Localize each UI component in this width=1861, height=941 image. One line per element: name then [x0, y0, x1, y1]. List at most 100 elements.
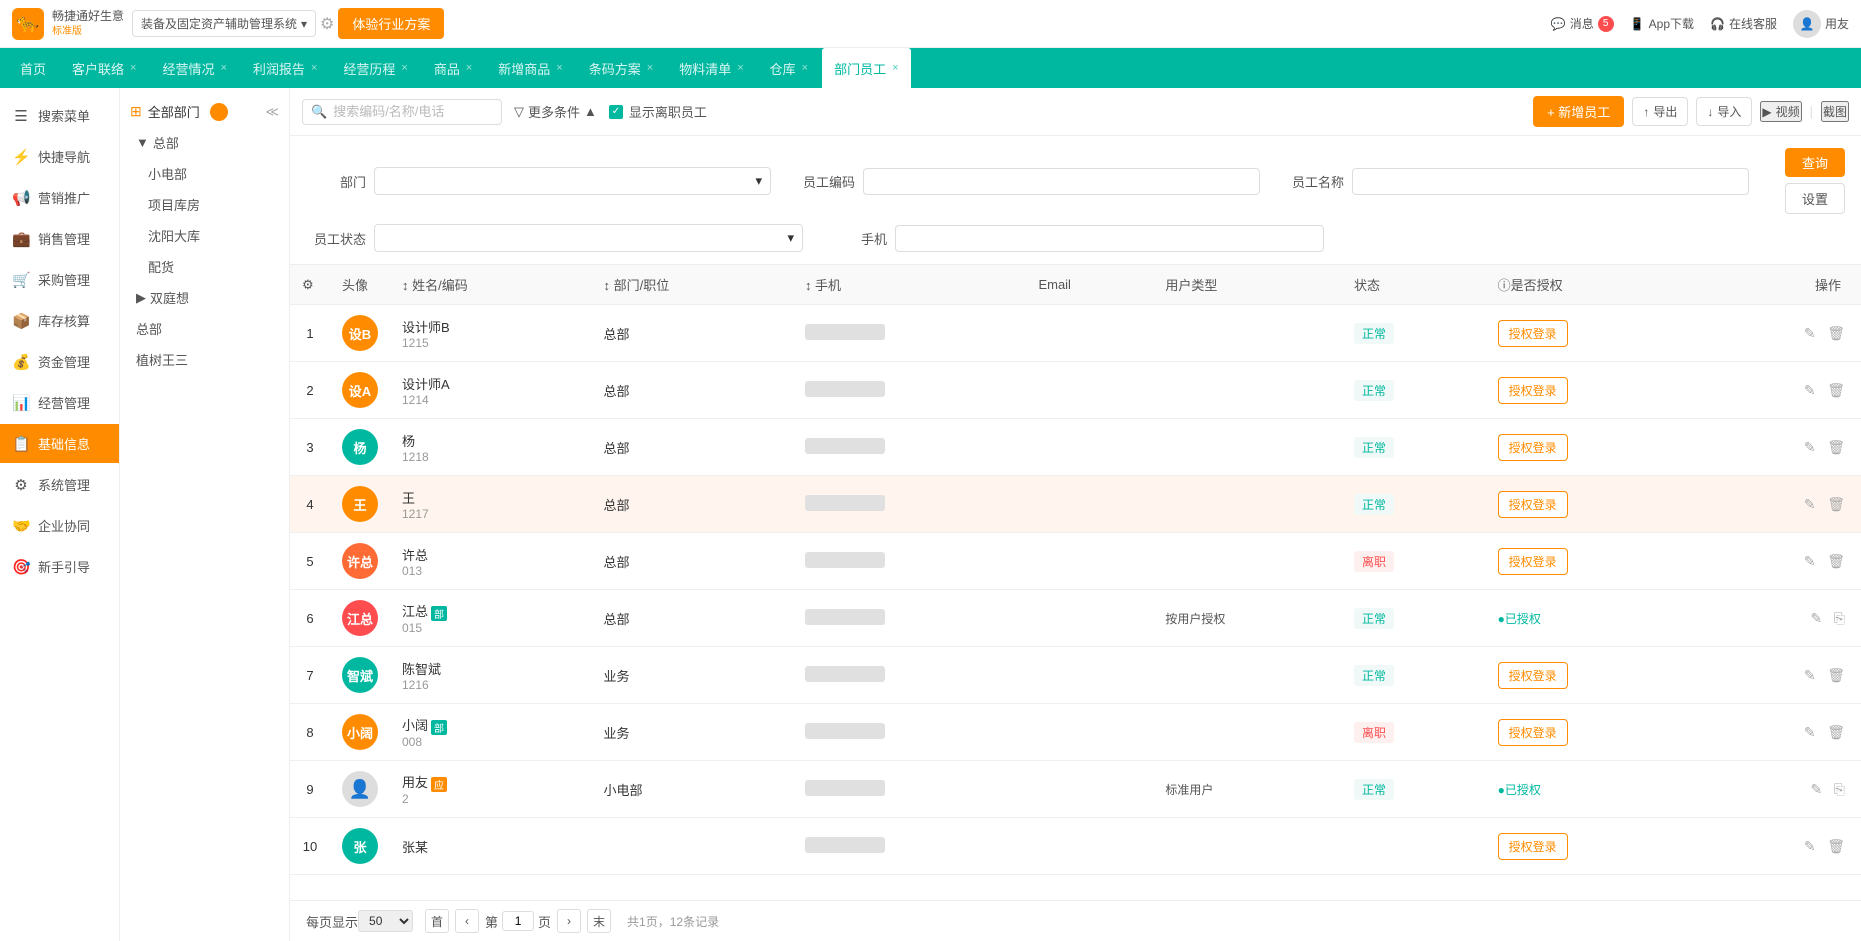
close-icon[interactable]: ×	[556, 62, 562, 74]
delete-icon[interactable]: 🗑	[1823, 551, 1849, 571]
auth-login-button[interactable]: 授权登录	[1498, 377, 1568, 404]
edit-icon[interactable]: ✎	[1800, 551, 1820, 571]
close-icon[interactable]: ×	[130, 62, 136, 74]
edit-icon[interactable]: ✎	[1806, 608, 1826, 628]
tab-home[interactable]: 首页	[8, 48, 58, 88]
dept-item-zhishu[interactable]: 植树王三	[120, 344, 289, 375]
close-icon[interactable]: ×	[311, 62, 317, 74]
reset-button[interactable]: 设置	[1785, 183, 1845, 214]
close-icon[interactable]: ×	[401, 62, 407, 74]
col-settings[interactable]: ⚙	[290, 265, 330, 305]
search-input[interactable]	[333, 104, 493, 119]
close-icon[interactable]: ×	[647, 62, 653, 74]
tab-barcode[interactable]: 条码方案 ×	[577, 48, 665, 88]
close-icon[interactable]: ×	[802, 62, 808, 74]
delete-icon[interactable]: 🗑	[1823, 437, 1849, 457]
dept-item-distribution[interactable]: 配货	[120, 251, 289, 282]
auth-login-button[interactable]: 授权登录	[1498, 548, 1568, 575]
auth-login-button[interactable]: 授权登录	[1498, 833, 1568, 860]
show-resigned-toggle[interactable]: ✓ 显示离职员工	[609, 102, 707, 121]
sidebar-item-basic[interactable]: 📋 基础信息	[0, 424, 119, 463]
dept-item-project-storage[interactable]: 项目库房	[120, 189, 289, 220]
message-button[interactable]: 💬 消息 5	[1551, 15, 1614, 32]
sidebar-item-marketing[interactable]: 📢 营销推广	[0, 178, 119, 217]
next-page-button[interactable]: ›	[557, 909, 581, 933]
import-button[interactable]: ↓ 导入	[1696, 97, 1752, 126]
col-phone[interactable]: ↕ 手机	[793, 265, 1027, 305]
auth-login-button[interactable]: 授权登录	[1498, 662, 1568, 689]
tab-bom[interactable]: 物料清单 ×	[667, 48, 755, 88]
sidebar-item-finance[interactable]: 💰 资金管理	[0, 342, 119, 381]
close-icon[interactable]: ×	[466, 62, 472, 74]
column-settings-icon[interactable]: ⚙	[302, 277, 314, 292]
query-button[interactable]: 查询	[1785, 148, 1845, 177]
close-icon[interactable]: ×	[892, 62, 898, 74]
delete-icon[interactable]: 🗑	[1823, 380, 1849, 400]
view-button[interactable]: ▶ 视频	[1760, 101, 1801, 122]
copy-icon[interactable]: ⎘	[1830, 608, 1849, 628]
app-download-button[interactable]: 📱 App下载	[1630, 15, 1694, 32]
tab-employee[interactable]: 部门员工 ×	[822, 48, 910, 88]
tab-warehouse[interactable]: 仓库 ×	[758, 48, 820, 88]
edit-icon[interactable]: ✎	[1800, 494, 1820, 514]
delete-icon[interactable]: 🗑	[1823, 836, 1849, 856]
dept-item-parent-headquarters[interactable]: ▼ 总部	[120, 127, 289, 158]
delete-icon[interactable]: 🗑	[1823, 722, 1849, 742]
page-size-select[interactable]: 50 100 200	[358, 910, 413, 932]
edit-icon[interactable]: ✎	[1800, 836, 1820, 856]
dept-collapse-icon[interactable]: ≪	[265, 104, 279, 120]
screenshot-button[interactable]: 截图	[1821, 101, 1849, 122]
sidebar-item-system[interactable]: ⚙ 系统管理	[0, 465, 119, 504]
auth-login-button[interactable]: 授权登录	[1498, 320, 1568, 347]
edit-icon[interactable]: ✎	[1800, 437, 1820, 457]
delete-icon[interactable]: 🗑	[1823, 323, 1849, 343]
dept-item-shenyang[interactable]: 沈阳大库	[120, 220, 289, 251]
system-dropdown[interactable]: 装备及固定资产辅助管理系统 ▾	[132, 10, 316, 37]
dept-item-shuangting[interactable]: ▶ 双庭想	[120, 282, 289, 313]
auth-login-button[interactable]: 授权登录	[1498, 719, 1568, 746]
tab-history[interactable]: 经营历程 ×	[331, 48, 419, 88]
tab-customer[interactable]: 客户联络 ×	[60, 48, 148, 88]
page-number-input[interactable]	[502, 911, 534, 931]
tab-goods[interactable]: 商品 ×	[422, 48, 484, 88]
sidebar-item-management[interactable]: 📊 经营管理	[0, 383, 119, 422]
sidebar-item-sales[interactable]: 💼 销售管理	[0, 219, 119, 258]
search-input-wrap[interactable]: 🔍	[302, 99, 502, 125]
dept-item-small-elec[interactable]: 小电部	[120, 158, 289, 189]
sidebar-item-quicknav[interactable]: ⚡ 快捷导航	[0, 137, 119, 176]
sidebar-item-inventory[interactable]: 📦 库存核算	[0, 301, 119, 340]
tab-operation[interactable]: 经营情况 ×	[150, 48, 238, 88]
tab-add-goods[interactable]: 新增商品 ×	[486, 48, 574, 88]
dept-item-headquarters2[interactable]: 总部	[120, 313, 289, 344]
user-menu[interactable]: 👤 用友	[1793, 10, 1849, 38]
edit-icon[interactable]: ✎	[1800, 722, 1820, 742]
add-employee-button[interactable]: + 新增员工	[1533, 96, 1624, 127]
emp-name-input[interactable]	[1352, 168, 1749, 195]
sidebar-item-collab[interactable]: 🤝 企业协同	[0, 506, 119, 545]
edit-icon[interactable]: ✎	[1800, 323, 1820, 343]
prev-page-button[interactable]: ‹	[455, 909, 479, 933]
online-service-button[interactable]: 🎧 在线客服	[1710, 15, 1777, 32]
close-icon[interactable]: ×	[737, 62, 743, 74]
delete-icon[interactable]: 🗑	[1823, 665, 1849, 685]
emp-code-input[interactable]	[863, 168, 1260, 195]
sidebar-item-purchase[interactable]: 🛒 采购管理	[0, 260, 119, 299]
tab-profit[interactable]: 利润报告 ×	[241, 48, 329, 88]
phone-input[interactable]	[895, 225, 1324, 252]
emp-status-select[interactable]: ▾	[374, 224, 803, 252]
col-name[interactable]: ↕ 姓名/编码	[390, 265, 591, 305]
edit-icon[interactable]: ✎	[1800, 665, 1820, 685]
last-page-button[interactable]: 末	[587, 909, 611, 933]
sidebar-item-search[interactable]: ☰ 搜索菜单	[0, 96, 119, 135]
edit-icon[interactable]: ✎	[1800, 380, 1820, 400]
col-dept[interactable]: ↕ 部门/职位	[591, 265, 792, 305]
delete-icon[interactable]: 🗑	[1823, 494, 1849, 514]
auth-login-button[interactable]: 授权登录	[1498, 491, 1568, 518]
copy-icon[interactable]: ⎘	[1830, 779, 1849, 799]
export-button[interactable]: ↑ 导出	[1632, 97, 1688, 126]
more-filters-button[interactable]: ▽ 更多条件 ▲	[514, 102, 597, 121]
first-page-button[interactable]: 首	[425, 909, 449, 933]
dept-select[interactable]: ▾	[374, 167, 771, 195]
close-icon[interactable]: ×	[220, 62, 226, 74]
auth-login-button[interactable]: 授权登录	[1498, 434, 1568, 461]
